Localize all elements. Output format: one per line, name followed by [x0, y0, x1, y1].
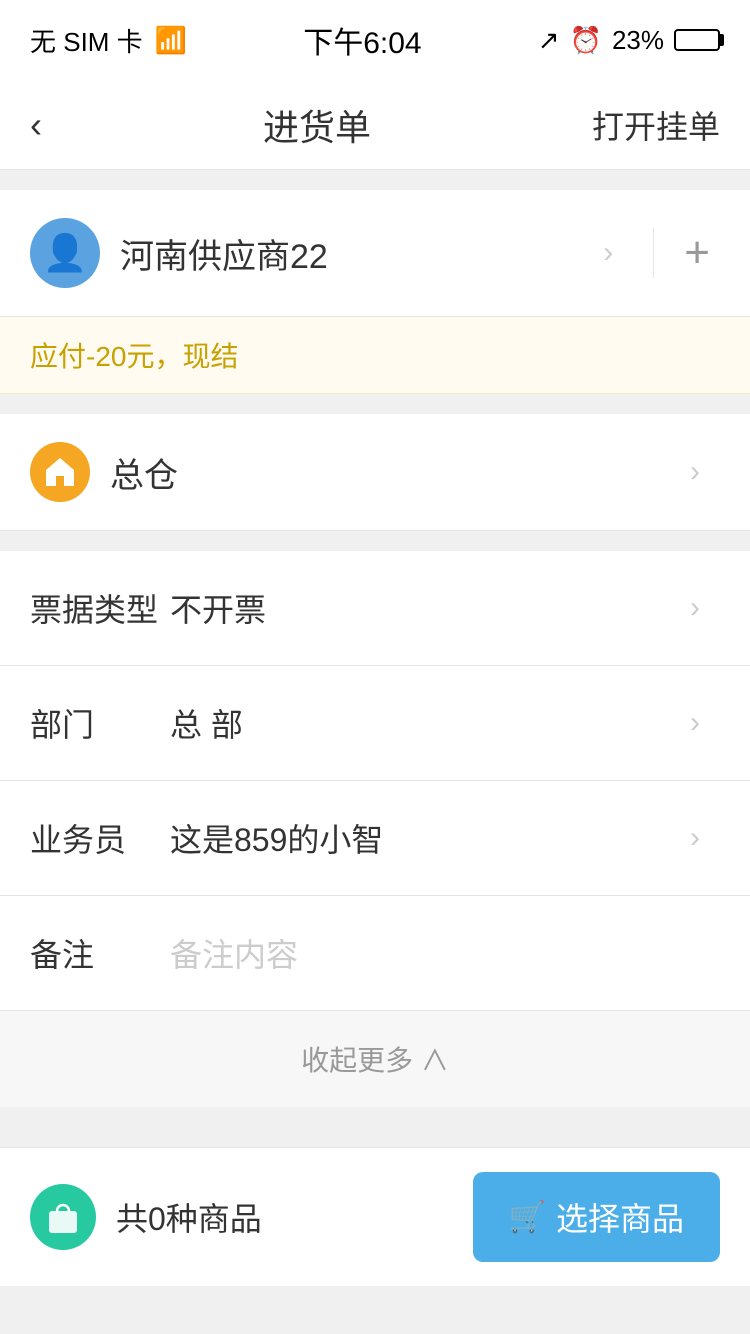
alarm-icon: ⏰: [570, 25, 602, 56]
status-time: 下午6:04: [303, 18, 421, 62]
department-row[interactable]: 部门 总 部 ›: [0, 666, 750, 781]
salesman-row[interactable]: 业务员 这是859的小智 ›: [0, 781, 750, 896]
battery-bar: [674, 29, 720, 51]
warehouse-icon: [30, 442, 90, 502]
avatar-icon: 👤: [43, 232, 88, 274]
invoice-label: 票据类型: [30, 585, 170, 631]
carrier-label: 无 SIM 卡: [30, 22, 143, 59]
select-products-icon: 🛒: [509, 1200, 546, 1235]
inner-gap-1: [0, 394, 750, 414]
status-left: 无 SIM 卡 📶: [30, 22, 187, 59]
inner-gap-2: [0, 531, 750, 551]
info-banner: 应付-20元，现结: [0, 317, 750, 394]
warehouse-chevron-icon: ›: [690, 455, 700, 489]
collapse-label: 收起更多 ∧: [301, 1039, 449, 1079]
salesman-chevron-icon: ›: [690, 821, 700, 855]
open-pending-button[interactable]: 打开挂单: [592, 102, 720, 148]
supplier-name: 河南供应商22: [120, 229, 603, 278]
invoice-chevron-icon: ›: [690, 591, 700, 625]
inner-gap-3: [0, 1107, 750, 1127]
select-products-button[interactable]: 🛒 选择商品: [473, 1172, 720, 1262]
add-supplier-button[interactable]: +: [674, 228, 720, 278]
form-section: 票据类型 不开票 › 部门 总 部 › 业务员 这是859的小智 › 备注 备注…: [0, 551, 750, 1011]
supplier-row[interactable]: 👤 河南供应商22 › +: [0, 190, 750, 317]
page: 无 SIM 卡 📶 下午6:04 ↗ ⏰ 23% ‹ 进货单 打开挂单 👤 河南…: [0, 0, 750, 1334]
section-gap-1: [0, 170, 750, 190]
products-icon: [30, 1184, 96, 1250]
warehouse-label: 总仓: [110, 448, 690, 497]
department-value: 总 部: [170, 700, 690, 746]
supplier-chevron-icon: ›: [603, 236, 613, 270]
status-right: ↗ ⏰ 23%: [538, 25, 720, 56]
invoice-value: 不开票: [170, 585, 690, 631]
status-bar: 无 SIM 卡 📶 下午6:04 ↗ ⏰ 23%: [0, 0, 750, 80]
supplier-divider: [653, 228, 654, 278]
remark-input[interactable]: 备注内容: [170, 930, 720, 976]
remark-row[interactable]: 备注 备注内容: [0, 896, 750, 1011]
shopping-bag-icon: [43, 1197, 83, 1237]
select-products-label: 选择商品: [556, 1194, 684, 1240]
invoice-type-row[interactable]: 票据类型 不开票 ›: [0, 551, 750, 666]
products-count: 共0种商品: [116, 1194, 453, 1240]
supplier-avatar: 👤: [30, 218, 100, 288]
salesman-value: 这是859的小智: [170, 815, 690, 861]
location-icon: ↗: [538, 25, 560, 56]
home-icon: [42, 454, 78, 490]
salesman-label: 业务员: [30, 815, 170, 861]
supplier-section: 👤 河南供应商22 › + 应付-20元，现结: [0, 190, 750, 394]
page-title: 进货单: [263, 99, 371, 151]
info-text: 应付-20元，现结: [30, 341, 238, 372]
department-label: 部门: [30, 700, 170, 746]
wifi-icon: 📶: [155, 25, 187, 56]
collapse-row[interactable]: 收起更多 ∧: [0, 1011, 750, 1107]
warehouse-row[interactable]: 总仓 ›: [0, 414, 750, 531]
department-chevron-icon: ›: [690, 706, 700, 740]
back-button[interactable]: ‹: [30, 104, 42, 146]
battery-label: 23%: [612, 25, 664, 56]
remark-label: 备注: [30, 930, 170, 976]
bottom-bar: 共0种商品 🛒 选择商品: [0, 1147, 750, 1286]
nav-bar: ‹ 进货单 打开挂单: [0, 80, 750, 170]
